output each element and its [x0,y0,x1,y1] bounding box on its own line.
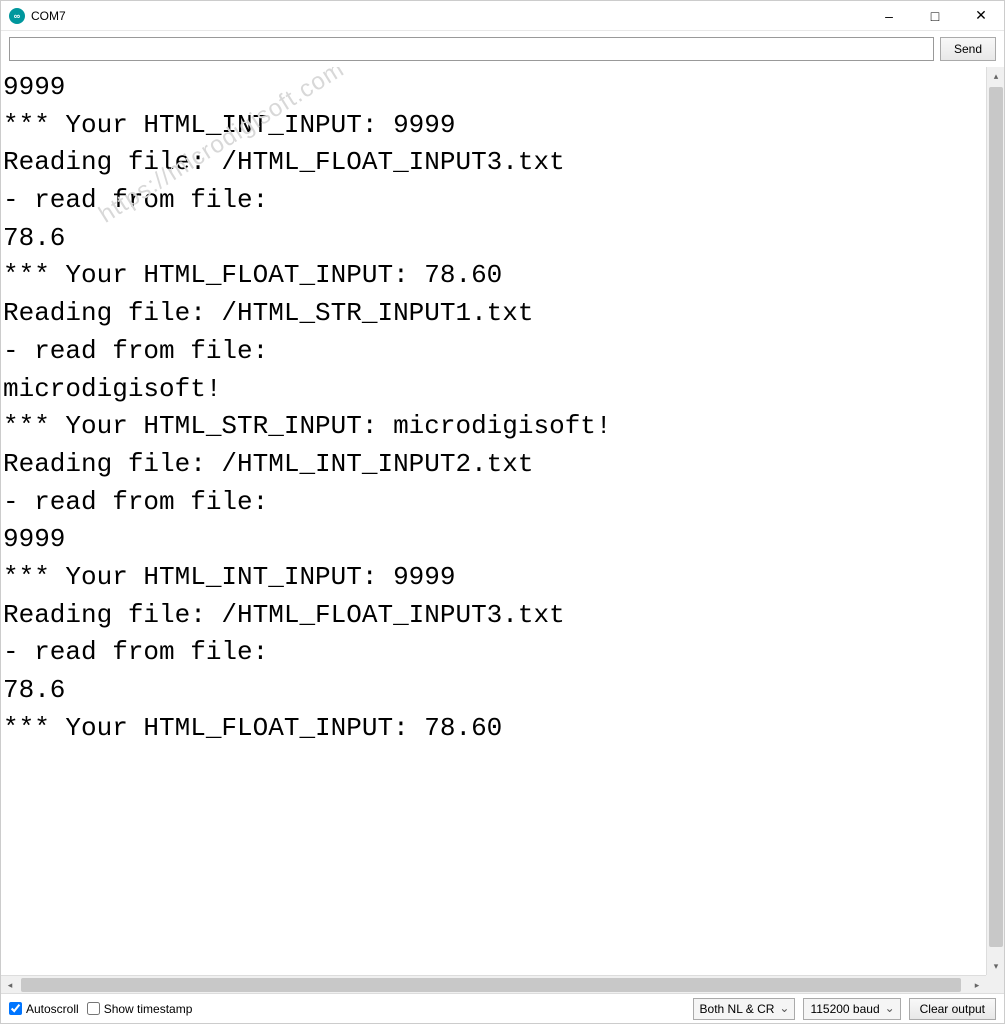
serial-input[interactable] [9,37,934,61]
bottom-bar: Autoscroll Show timestamp Both NL & CR 1… [1,993,1004,1023]
window-controls: – □ ✕ [866,1,1004,31]
clear-output-button[interactable]: Clear output [909,998,996,1020]
autoscroll-input[interactable] [9,1002,22,1015]
output-area: https://microdigisoft.com - 9.20 am 9999… [1,67,1004,993]
arduino-icon: ∞ [9,8,25,24]
scroll-left-icon[interactable]: ◂ [1,976,19,993]
line-ending-value: Both NL & CR [700,1002,775,1016]
send-button[interactable]: Send [940,37,996,61]
input-row: Send [1,31,1004,67]
scroll-corner [986,975,1004,993]
minimize-button[interactable]: – [866,1,912,31]
window-title: COM7 [31,9,66,23]
scroll-up-icon[interactable]: ▴ [987,67,1004,85]
scroll-right-icon[interactable]: ▸ [968,976,986,993]
console-output: 9999 *** Your HTML_INT_INPUT: 9999 Readi… [1,67,986,975]
close-button[interactable]: ✕ [958,1,1004,31]
autoscroll-checkbox[interactable]: Autoscroll [9,1002,79,1016]
timestamp-label: Show timestamp [104,1002,193,1016]
titlebar: ∞ COM7 – □ ✕ [1,1,1004,31]
scroll-down-icon[interactable]: ▾ [987,957,1004,975]
maximize-button[interactable]: □ [912,1,958,31]
vertical-scroll-thumb[interactable] [989,87,1003,947]
autoscroll-label: Autoscroll [26,1002,79,1016]
horizontal-scroll-thumb[interactable] [21,978,961,992]
baud-select[interactable]: 115200 baud [803,998,900,1020]
timestamp-checkbox[interactable]: Show timestamp [87,1002,193,1016]
baud-value: 115200 baud [810,1002,879,1016]
vertical-scrollbar[interactable]: ▴ ▾ [986,67,1004,975]
timestamp-input[interactable] [87,1002,100,1015]
horizontal-scrollbar[interactable]: ◂ ▸ [1,975,986,993]
line-ending-select[interactable]: Both NL & CR [693,998,796,1020]
